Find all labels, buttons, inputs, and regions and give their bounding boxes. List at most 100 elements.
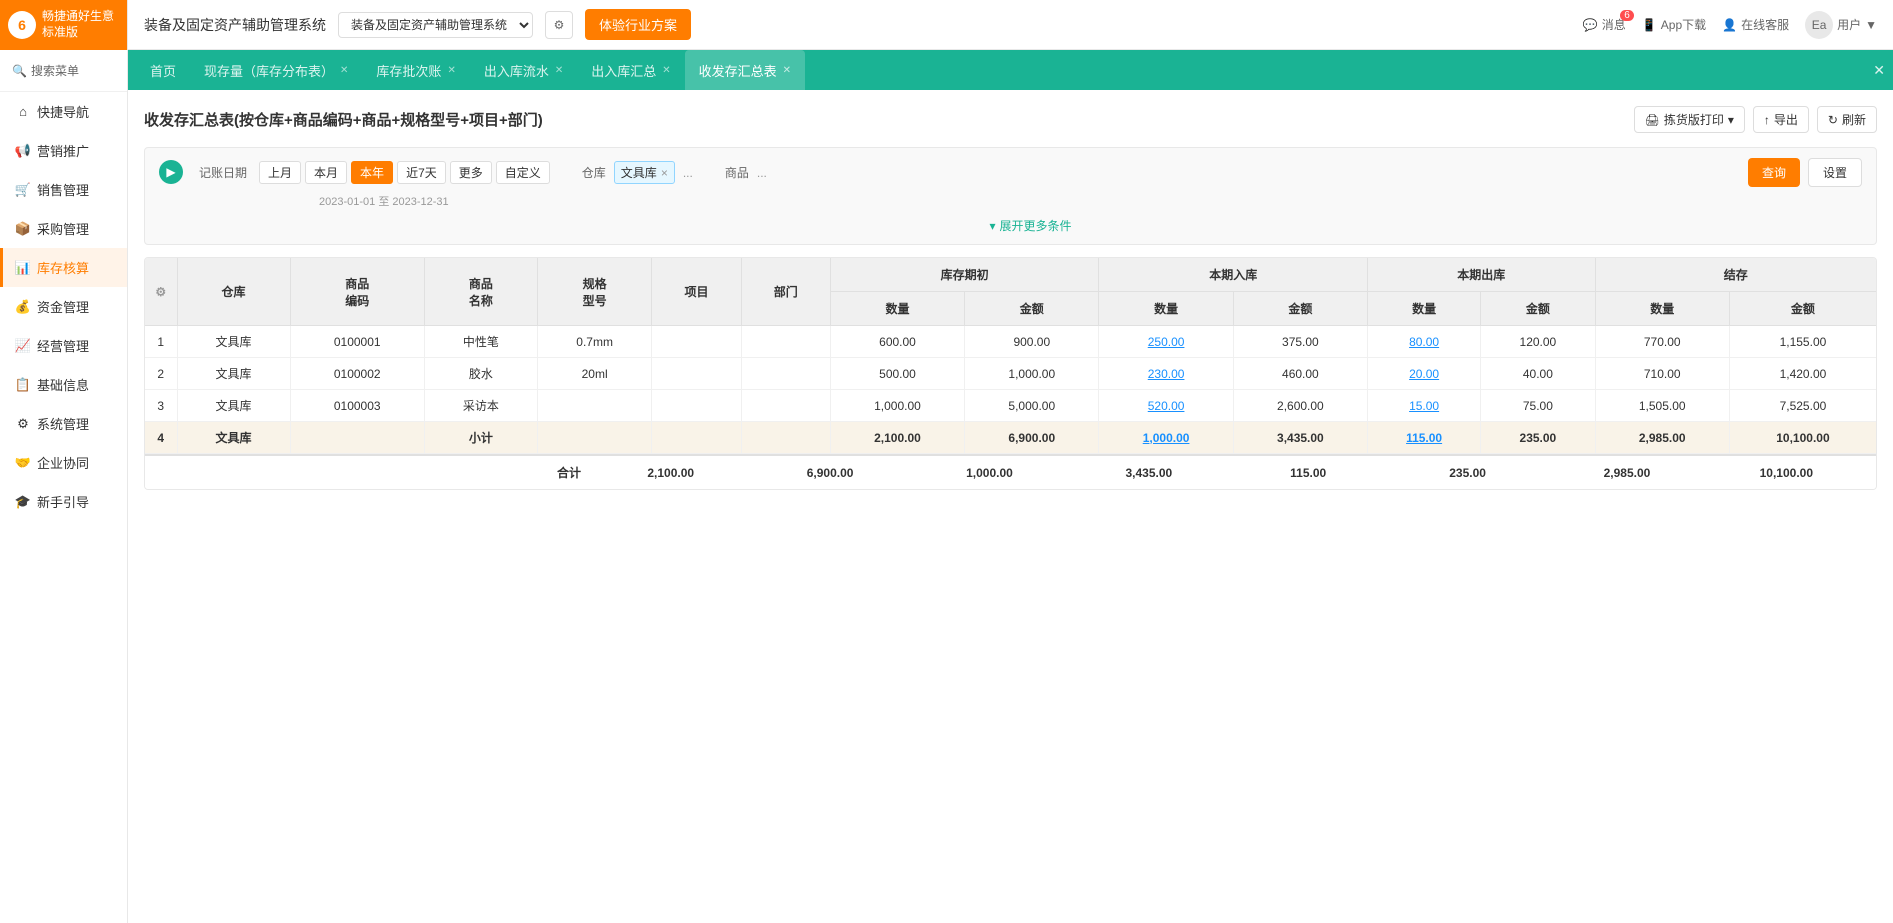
system-title: 装备及固定资产辅助管理系统 [144, 15, 326, 35]
date-btn-this-year[interactable]: 本年 [351, 161, 393, 184]
warehouse-tag-close[interactable]: × [661, 166, 668, 180]
sidebar-item-inventory[interactable]: 📊 库存核算 [0, 248, 127, 287]
row-name: 小计 [424, 422, 537, 454]
tab-close-inventory-dist[interactable]: ✕ [340, 65, 348, 76]
col-open-qty-header: 数量 [830, 292, 964, 326]
user-menu[interactable]: Ea 用户 ▼ [1805, 11, 1877, 39]
inbound-link[interactable]: 1,000.00 [1143, 431, 1190, 445]
tab-close-inout-summary[interactable]: ✕ [662, 65, 670, 76]
col-in-amt-header: 金额 [1233, 292, 1367, 326]
page-actions: 🖨 拣货版打印 ▾ ↑ 导出 ↻ 刷新 [1634, 106, 1877, 133]
expand-icon: ▾ [989, 219, 995, 233]
col-warehouse-header: 仓库 [177, 258, 290, 326]
table-row: 1 文具库 0100001 中性笔 0.7mm 600.00 900.00 25… [145, 326, 1876, 358]
inbound-link[interactable]: 230.00 [1148, 367, 1185, 381]
date-btn-this-month[interactable]: 本月 [305, 161, 347, 184]
tab-close-inout-flow[interactable]: ✕ [555, 65, 563, 76]
topbar: 装备及固定资产辅助管理系统 装备及固定资产辅助管理系统 ⚙ 体验行业方案 💬 消… [128, 0, 1893, 50]
row-close-amt: 7,525.00 [1729, 390, 1876, 422]
product-more[interactable]: ... [757, 166, 767, 180]
row-in-amt: 2,600.00 [1233, 390, 1367, 422]
messages-button[interactable]: 💬 消息 6 [1583, 16, 1626, 33]
quick-nav-icon: ⌂ [15, 104, 31, 120]
row-out-amt: 75.00 [1481, 390, 1595, 422]
inbound-link[interactable]: 520.00 [1148, 399, 1185, 413]
tab-inout-summary[interactable]: 出入库汇总 ✕ [577, 50, 684, 90]
tab-close-batch-account[interactable]: ✕ [447, 65, 455, 76]
table-settings-icon[interactable]: ⚙ [155, 285, 166, 299]
close-all-tabs-button[interactable]: ✕ [1873, 62, 1885, 79]
sidebar-item-guide[interactable]: 🎓 新手引导 [0, 482, 127, 521]
date-btn-more[interactable]: 更多 [450, 161, 492, 184]
table-row: 4 文具库 小计 2,100.00 6,900.00 1,000.00 3,43… [145, 422, 1876, 454]
footer-open-qty: 2,100.00 [591, 466, 750, 480]
footer-close-amt: 10,100.00 [1707, 466, 1866, 480]
sidebar-item-cooperation[interactable]: 🤝 企业协同 [0, 443, 127, 482]
operations-icon: 📈 [15, 338, 31, 354]
tab-close-recv-send-summary[interactable]: ✕ [783, 65, 791, 76]
sidebar-item-basic-info[interactable]: 📋 基础信息 [0, 365, 127, 404]
warehouse-tag: 文具库 × [614, 161, 675, 184]
sidebar-item-operations[interactable]: 📈 经营管理 [0, 326, 127, 365]
sidebar-item-sales[interactable]: 🛒 销售管理 [0, 170, 127, 209]
print-button[interactable]: 🖨 拣货版打印 ▾ [1634, 106, 1745, 133]
sidebar-item-quick-nav[interactable]: ⌂ 快捷导航 [0, 92, 127, 131]
date-btn-custom[interactable]: 自定义 [496, 161, 550, 184]
data-table-wrapper: ⚙ 仓库 商品编码 商品名称 规格型号 项目 部门 库存期初 本期入库 本期出库… [144, 257, 1877, 490]
row-spec: 0.7mm [537, 326, 651, 358]
expand-filter-button[interactable]: ▾ 展开更多条件 [199, 217, 1862, 234]
row-in-qty: 230.00 [1099, 358, 1233, 390]
outbound-link[interactable]: 80.00 [1409, 335, 1439, 349]
logo-text: 畅捷通好生意 标准版 [42, 9, 114, 40]
query-button[interactable]: 查询 [1748, 158, 1800, 187]
col-settings-header[interactable]: ⚙ [145, 258, 177, 326]
inbound-link[interactable]: 250.00 [1148, 335, 1185, 349]
tab-inout-flow[interactable]: 出入库流水 ✕ [470, 50, 577, 90]
settings-button[interactable]: ⚙ [545, 11, 573, 39]
footer-in-amt: 3,435.00 [1069, 466, 1228, 480]
row-out-qty: 115.00 [1368, 422, 1481, 454]
filter-toggle-button[interactable]: ▶ [159, 160, 183, 184]
date-btn-last-7-days[interactable]: 近7天 [397, 161, 446, 184]
date-filter-buttons: 上月 本月 本年 近7天 更多 自定义 [259, 161, 550, 184]
marketing-icon: 📢 [15, 143, 31, 159]
date-btn-last-month[interactable]: 上月 [259, 161, 301, 184]
system-icon: ⚙ [15, 416, 31, 432]
cooperation-icon: 🤝 [15, 455, 31, 471]
tab-recv-send-summary[interactable]: 收发存汇总表 ✕ [685, 50, 805, 90]
table-footer: 合计 2,100.00 6,900.00 1,000.00 3,435.00 1… [145, 454, 1876, 489]
outbound-link[interactable]: 20.00 [1409, 367, 1439, 381]
inventory-icon: 📊 [15, 260, 31, 276]
app-download-button[interactable]: 📱 App下载 [1642, 16, 1706, 33]
user-avatar: Ea [1805, 11, 1833, 39]
row-out-amt: 40.00 [1481, 358, 1595, 390]
row-name: 胶水 [424, 358, 537, 390]
sidebar-item-system[interactable]: ⚙ 系统管理 [0, 404, 127, 443]
filter-settings-button[interactable]: 设置 [1808, 158, 1862, 187]
tab-home[interactable]: 首页 [136, 50, 190, 90]
online-service-button[interactable]: 👤 在线客服 [1722, 16, 1789, 33]
outbound-link[interactable]: 15.00 [1409, 399, 1439, 413]
row-code [290, 422, 424, 454]
system-selector[interactable]: 装备及固定资产辅助管理系统 [338, 12, 533, 38]
trial-button[interactable]: 体验行业方案 [585, 9, 691, 40]
outbound-link[interactable]: 115.00 [1406, 431, 1442, 445]
row-warehouse: 文具库 [177, 390, 290, 422]
sidebar-item-finance[interactable]: 💰 资金管理 [0, 287, 127, 326]
footer-open-amt: 6,900.00 [750, 466, 909, 480]
warehouse-more[interactable]: ... [683, 166, 693, 180]
refresh-icon: ↻ [1828, 113, 1838, 127]
filter-action-buttons: 查询 设置 [1748, 158, 1862, 187]
sidebar-item-marketing[interactable]: 📢 营销推广 [0, 131, 127, 170]
export-button[interactable]: ↑ 导出 [1753, 106, 1809, 133]
product-filter-label: 商品 [725, 164, 749, 181]
tab-batch-account[interactable]: 库存批次账 ✕ [362, 50, 469, 90]
export-icon: ↑ [1764, 113, 1770, 127]
sidebar-item-purchase[interactable]: 📦 采购管理 [0, 209, 127, 248]
refresh-button[interactable]: ↻ 刷新 [1817, 106, 1877, 133]
col-closing-header: 结存 [1595, 258, 1876, 292]
search-menu-button[interactable]: 🔍 搜索菜单 [8, 58, 119, 83]
tab-inventory-dist[interactable]: 现存量（库存分布表） ✕ [190, 50, 362, 90]
row-in-qty: 1,000.00 [1099, 422, 1233, 454]
row-spec [537, 422, 651, 454]
